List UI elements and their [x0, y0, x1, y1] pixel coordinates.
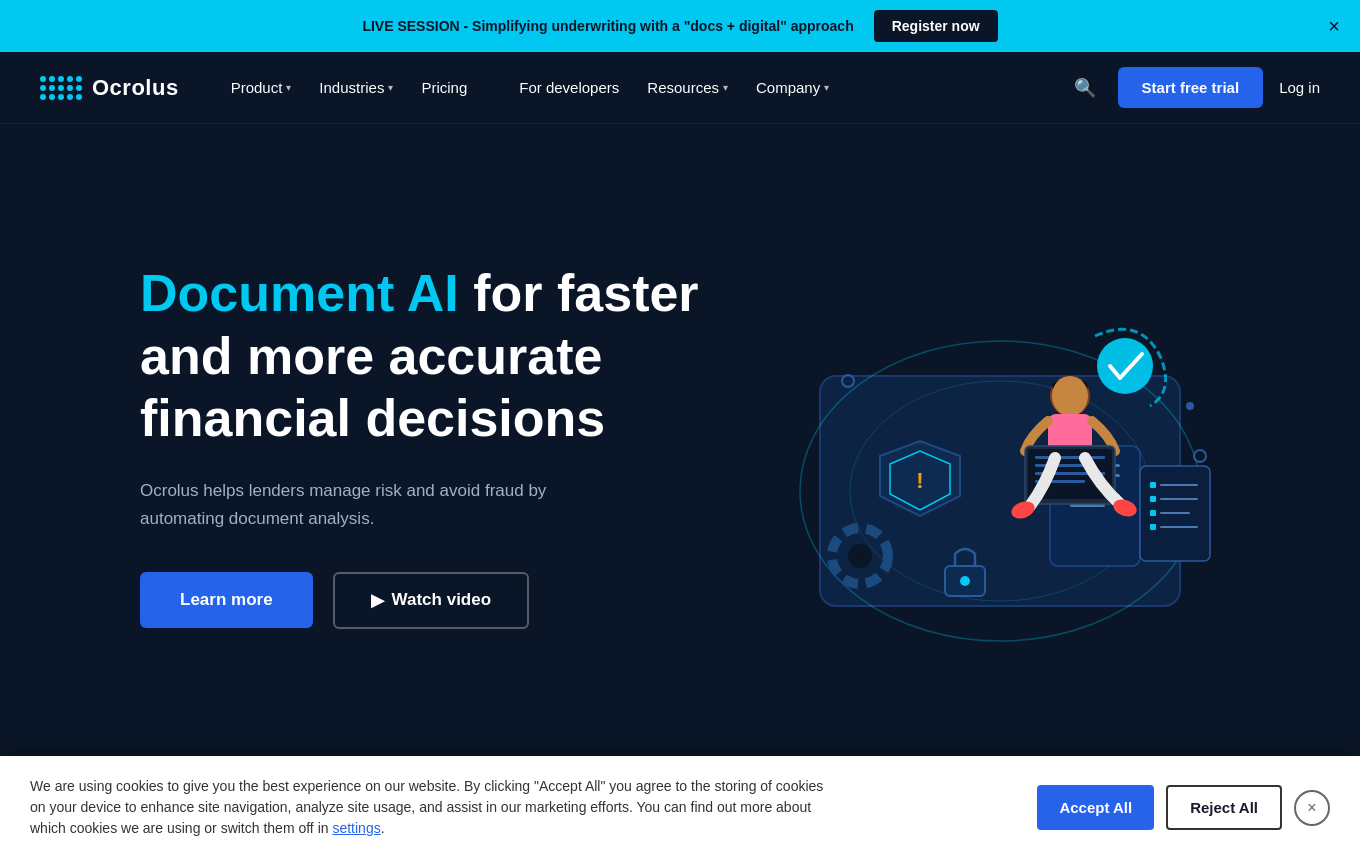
hero-section: Document AI for faster and more accurate… — [0, 124, 1360, 767]
register-button[interactable]: Register now — [874, 10, 998, 42]
svg-rect-10 — [1150, 482, 1156, 488]
cookie-text: We are using cookies to give you the bes… — [30, 776, 830, 839]
nav-item-developers[interactable]: For developers — [507, 71, 631, 104]
cookie-settings-link[interactable]: settings — [332, 820, 380, 836]
nav-actions: 🔍 Start free trial Log in — [1068, 67, 1320, 108]
nav-item-pricing[interactable]: Pricing — [409, 71, 479, 104]
navbar: Ocrolus Product ▾ Industries ▾ Pricing F… — [0, 52, 1360, 124]
svg-point-26 — [1052, 376, 1088, 416]
svg-rect-13 — [1160, 498, 1198, 500]
nav-item-product[interactable]: Product ▾ — [219, 71, 304, 104]
announcement-banner: LIVE SESSION - Simplifying underwriting … — [0, 0, 1360, 52]
banner-close-button[interactable]: × — [1328, 16, 1340, 36]
svg-rect-14 — [1150, 510, 1156, 516]
svg-rect-16 — [1150, 524, 1156, 530]
nav-item-resources[interactable]: Resources ▾ — [635, 71, 740, 104]
chevron-down-icon: ▾ — [388, 82, 393, 93]
nav-item-industries[interactable]: Industries ▾ — [307, 71, 405, 104]
chevron-down-icon: ▾ — [824, 82, 829, 93]
svg-text:!: ! — [916, 468, 923, 493]
logo[interactable]: Ocrolus — [40, 75, 179, 101]
learn-more-button[interactable]: Learn more — [140, 572, 313, 628]
accept-all-button[interactable]: Accept All — [1037, 785, 1154, 830]
hero-title-highlight: Document AI — [140, 264, 459, 322]
svg-rect-15 — [1160, 512, 1190, 514]
svg-point-24 — [960, 576, 970, 586]
chevron-down-icon: ▾ — [286, 82, 291, 93]
svg-rect-11 — [1160, 484, 1198, 486]
logo-text: Ocrolus — [92, 75, 179, 101]
search-icon[interactable]: 🔍 — [1068, 71, 1102, 105]
svg-point-38 — [1194, 450, 1206, 462]
cookie-close-button[interactable]: × — [1294, 790, 1330, 826]
watch-video-button[interactable]: ▶ Watch video — [333, 572, 530, 629]
hero-buttons: Learn more ▶ Watch video — [140, 572, 720, 629]
cookie-banner: We are using cookies to give you the bes… — [0, 756, 1360, 859]
hero-content: Document AI for faster and more accurate… — [140, 262, 720, 629]
svg-point-39 — [1186, 402, 1194, 410]
reject-all-button[interactable]: Reject All — [1166, 785, 1282, 830]
cookie-actions: Accept All Reject All × — [1037, 785, 1330, 830]
start-trial-button[interactable]: Start free trial — [1118, 67, 1264, 108]
hero-illustration-svg: ! — [760, 236, 1240, 656]
logo-dots — [40, 76, 82, 100]
svg-point-22 — [848, 544, 872, 568]
login-button[interactable]: Log in — [1279, 79, 1320, 96]
hero-subtitle: Ocrolus helps lenders manage risk and av… — [140, 477, 620, 531]
hero-illustration: ! — [720, 236, 1280, 656]
svg-rect-12 — [1150, 496, 1156, 502]
svg-rect-30 — [1035, 456, 1105, 459]
svg-point-36 — [1097, 338, 1153, 394]
svg-rect-17 — [1160, 526, 1198, 528]
nav-item-company[interactable]: Company ▾ — [744, 71, 841, 104]
hero-title: Document AI for faster and more accurate… — [140, 262, 720, 449]
play-icon: ▶ — [371, 590, 384, 611]
chevron-down-icon: ▾ — [723, 82, 728, 93]
nav-links: Product ▾ Industries ▾ Pricing For devel… — [219, 71, 1058, 104]
banner-text: LIVE SESSION - Simplifying underwriting … — [362, 18, 853, 34]
